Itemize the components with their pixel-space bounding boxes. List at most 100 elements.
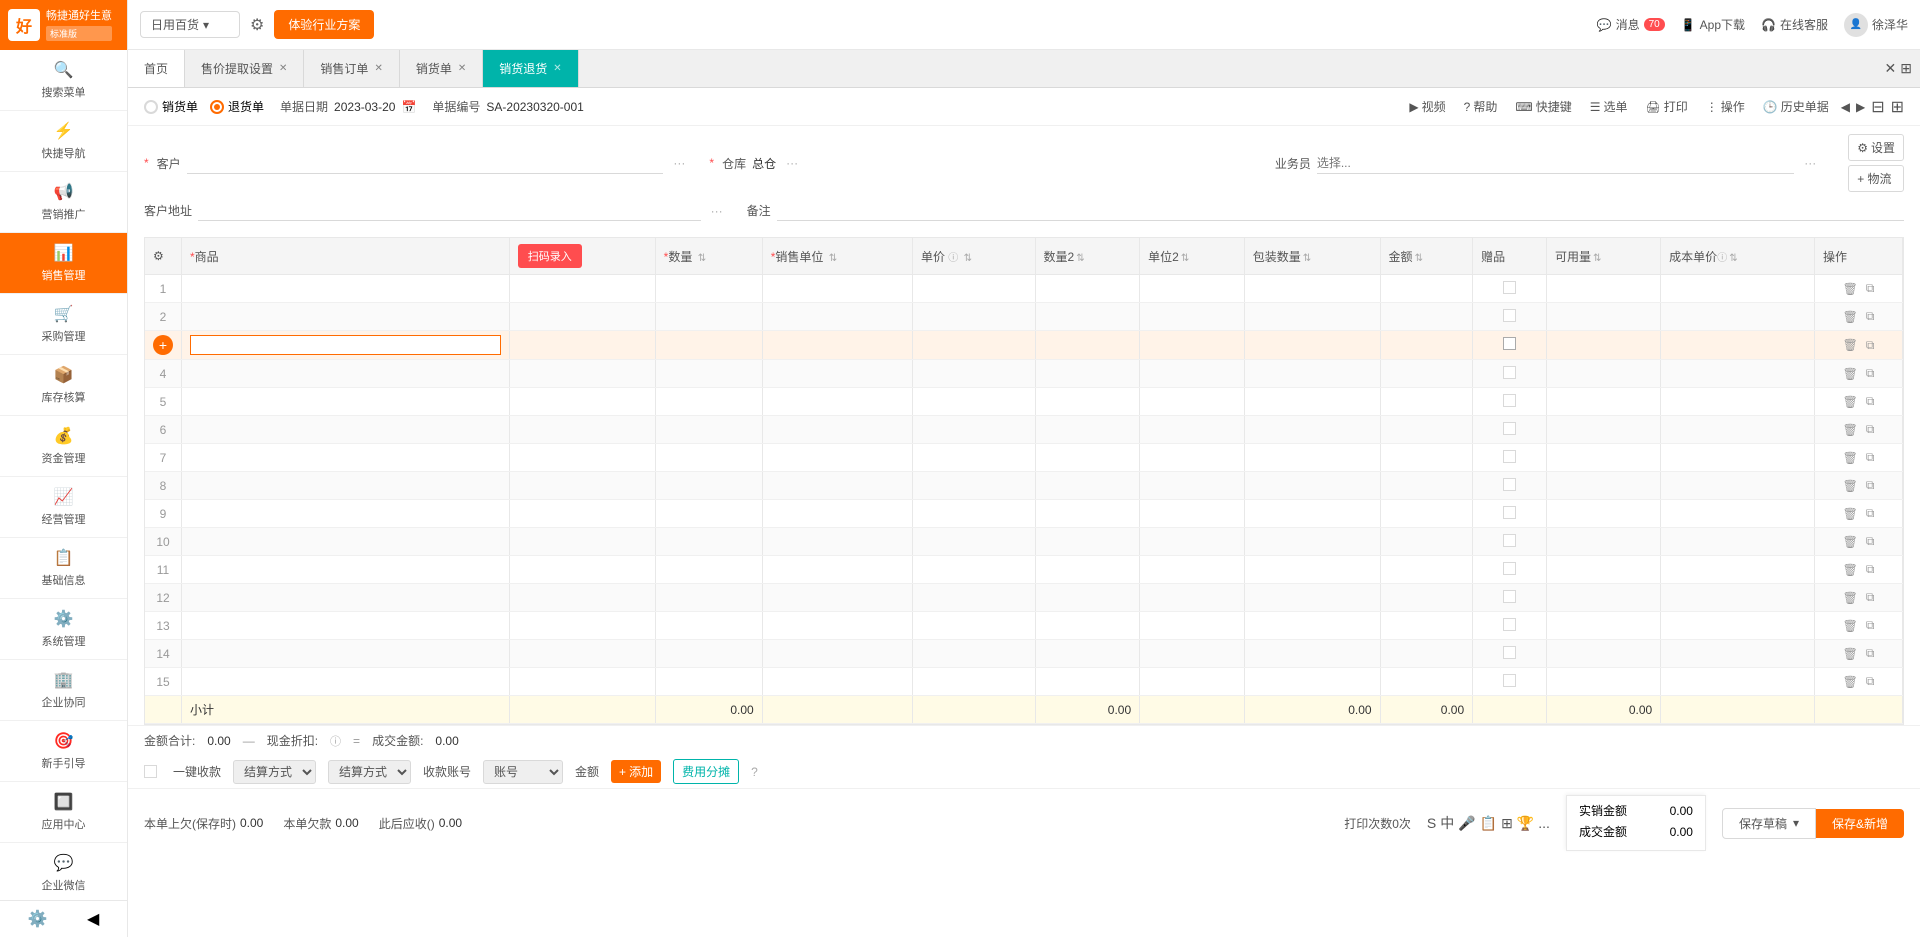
- fee-split-btn[interactable]: 费用分摊: [673, 759, 739, 784]
- unit2-cell-1[interactable]: [1140, 275, 1245, 303]
- copy-icon-4[interactable]: ⧉: [1866, 366, 1875, 381]
- delete-icon-10[interactable]: 🗑: [1843, 535, 1858, 549]
- copy-icon-14[interactable]: ⧉: [1866, 646, 1875, 661]
- message-item[interactable]: 💬 消息 70: [1597, 16, 1665, 33]
- sidebar-item-finance[interactable]: 💰 资金管理: [0, 416, 127, 477]
- copy-icon-11[interactable]: ⧉: [1866, 562, 1875, 577]
- taskbar-icon-7[interactable]: ...: [1538, 815, 1550, 831]
- delete-icon-6[interactable]: 🗑: [1843, 423, 1858, 437]
- tab-close-sale-shipment[interactable]: ✕: [458, 63, 466, 74]
- delete-icon-9[interactable]: 🗑: [1843, 507, 1858, 521]
- delete-icon-5[interactable]: 🗑: [1843, 395, 1858, 409]
- copy-icon-9[interactable]: ⧉: [1866, 506, 1875, 521]
- address-input[interactable]: [198, 200, 701, 221]
- sidebar-item-basic[interactable]: 📋 基础信息: [0, 538, 127, 599]
- history-action[interactable]: 🕒 历史单据: [1757, 96, 1835, 117]
- tab-sale-shipment[interactable]: 销货单 ✕: [400, 50, 483, 87]
- product-cell-2[interactable]: [182, 303, 510, 331]
- sidebar-item-operation[interactable]: 📈 经营管理: [0, 477, 127, 538]
- gift-checkbox-10[interactable]: [1503, 534, 1516, 547]
- column-settings-icon[interactable]: ⚙: [153, 249, 164, 263]
- tab-home[interactable]: 首页: [128, 50, 185, 87]
- copy-icon-7[interactable]: ⧉: [1866, 450, 1875, 465]
- salesperson-input[interactable]: [1317, 153, 1794, 174]
- scan-barcode-btn[interactable]: 扫码录入: [518, 244, 582, 268]
- remark-input[interactable]: [777, 200, 1904, 221]
- gift-checkbox-2[interactable]: [1503, 309, 1516, 322]
- calculation-method-select2[interactable]: 结算方式: [328, 760, 411, 784]
- settings-icon[interactable]: ⚙️: [28, 909, 48, 929]
- calculation-method-select[interactable]: 结算方式: [233, 760, 316, 784]
- amount-cell-3[interactable]: [1380, 331, 1473, 360]
- qty2-cell-3[interactable]: [1035, 331, 1140, 360]
- sidebar-item-system[interactable]: ⚙️ 系统管理: [0, 599, 127, 660]
- unit-price-cell-3[interactable]: [912, 331, 1035, 360]
- calendar-icon[interactable]: 📅: [401, 100, 416, 114]
- available-cell-1[interactable]: [1546, 275, 1660, 303]
- sidebar-item-inventory[interactable]: 📦 库存核算: [0, 355, 127, 416]
- gift-checkbox-7[interactable]: [1503, 450, 1516, 463]
- address-dots[interactable]: ···: [711, 204, 723, 218]
- qty-cell-1[interactable]: [655, 275, 762, 303]
- tab-close-sale-order[interactable]: ✕: [374, 63, 382, 74]
- online-service-item[interactable]: 🎧 在线客服: [1761, 16, 1828, 33]
- settings-btn[interactable]: ⚙ 设置: [1848, 134, 1904, 161]
- save-draft-btn[interactable]: 保存草稿 ▾: [1722, 808, 1816, 839]
- shortcut-action[interactable]: ⌨ 快捷键: [1509, 96, 1577, 117]
- warehouse-dots[interactable]: ···: [786, 156, 798, 170]
- qty-cell-3[interactable]: [655, 331, 762, 360]
- tab-close-current-icon[interactable]: ✕: [1885, 60, 1897, 77]
- tab-sale-return[interactable]: 销货退货 ✕: [483, 50, 578, 87]
- date-value[interactable]: 2023-03-20: [334, 100, 395, 114]
- pkg-qty-cell-1[interactable]: [1244, 275, 1380, 303]
- collapse-icon[interactable]: ◀: [87, 909, 99, 929]
- available-cell-3[interactable]: [1546, 331, 1660, 360]
- list-view-icon[interactable]: ⊞: [1891, 97, 1904, 117]
- delete-icon-12[interactable]: 🗑: [1843, 591, 1858, 605]
- cost-price-cell-1[interactable]: [1661, 275, 1815, 303]
- gift-checkbox-11[interactable]: [1503, 562, 1516, 575]
- taskbar-icon-6[interactable]: 🏆: [1517, 815, 1534, 832]
- gift-checkbox-5[interactable]: [1503, 394, 1516, 407]
- taskbar-icon-5[interactable]: ⊞: [1501, 815, 1513, 832]
- taskbar-icon-1[interactable]: S: [1427, 815, 1436, 831]
- delete-icon-14[interactable]: 🗑: [1843, 647, 1858, 661]
- select-action[interactable]: ☰ 选单: [1584, 96, 1634, 117]
- sidebar-item-purchase[interactable]: 🛒 采购管理: [0, 294, 127, 355]
- fee-split-info-icon[interactable]: ?: [751, 765, 758, 779]
- cash-discount-info-icon[interactable]: ⓘ: [330, 733, 341, 749]
- product-cell-1[interactable]: [182, 275, 510, 303]
- taskbar-icon-3[interactable]: 🎤: [1458, 815, 1475, 832]
- gift-checkbox-9[interactable]: [1503, 506, 1516, 519]
- gear-settings-icon[interactable]: ⚙: [250, 15, 264, 35]
- delete-icon-3[interactable]: 🗑: [1843, 338, 1858, 352]
- sale-unit-cell-3[interactable]: [762, 331, 912, 360]
- unit2-cell-3[interactable]: [1140, 331, 1245, 360]
- sidebar-item-guide[interactable]: 🎯 新手引导: [0, 721, 127, 782]
- delete-icon-13[interactable]: 🗑: [1843, 619, 1858, 633]
- gift-checkbox-4[interactable]: [1503, 366, 1516, 379]
- print-action[interactable]: 🖨 打印: [1639, 96, 1693, 117]
- sidebar-item-marketing[interactable]: 📢 营销推广: [0, 172, 127, 233]
- qty-cell-2[interactable]: [655, 303, 762, 331]
- sale-unit-cell-2[interactable]: [762, 303, 912, 331]
- add-row-button[interactable]: +: [153, 335, 173, 355]
- one-click-payment-checkbox[interactable]: [144, 765, 157, 778]
- sidebar-item-sales[interactable]: 📊 销售管理: [0, 233, 127, 294]
- add-payment-btn[interactable]: + 添加: [611, 760, 661, 783]
- cost-price-cell-3[interactable]: [1661, 331, 1815, 360]
- gift-checkbox-14[interactable]: [1503, 646, 1516, 659]
- sale-unit-sort-icon[interactable]: ⇅: [829, 253, 837, 264]
- experience-btn[interactable]: 体验行业方案: [274, 10, 374, 39]
- sidebar-item-enterprise[interactable]: 🏢 企业协同: [0, 660, 127, 721]
- amount-cell-1[interactable]: [1380, 275, 1473, 303]
- save-new-btn[interactable]: 保存&新增: [1816, 809, 1904, 838]
- delete-icon-7[interactable]: 🗑: [1843, 451, 1858, 465]
- radio-return[interactable]: 退货单: [210, 98, 264, 115]
- sidebar-item-apps[interactable]: 🔲 应用中心: [0, 782, 127, 843]
- sale-unit-cell-1[interactable]: [762, 275, 912, 303]
- account-select[interactable]: 账号: [483, 760, 563, 784]
- sidebar-item-wechat[interactable]: 💬 企业微信: [0, 843, 127, 900]
- delete-icon-4[interactable]: 🗑: [1843, 367, 1858, 381]
- grid-view-icon[interactable]: ⊟: [1871, 97, 1884, 117]
